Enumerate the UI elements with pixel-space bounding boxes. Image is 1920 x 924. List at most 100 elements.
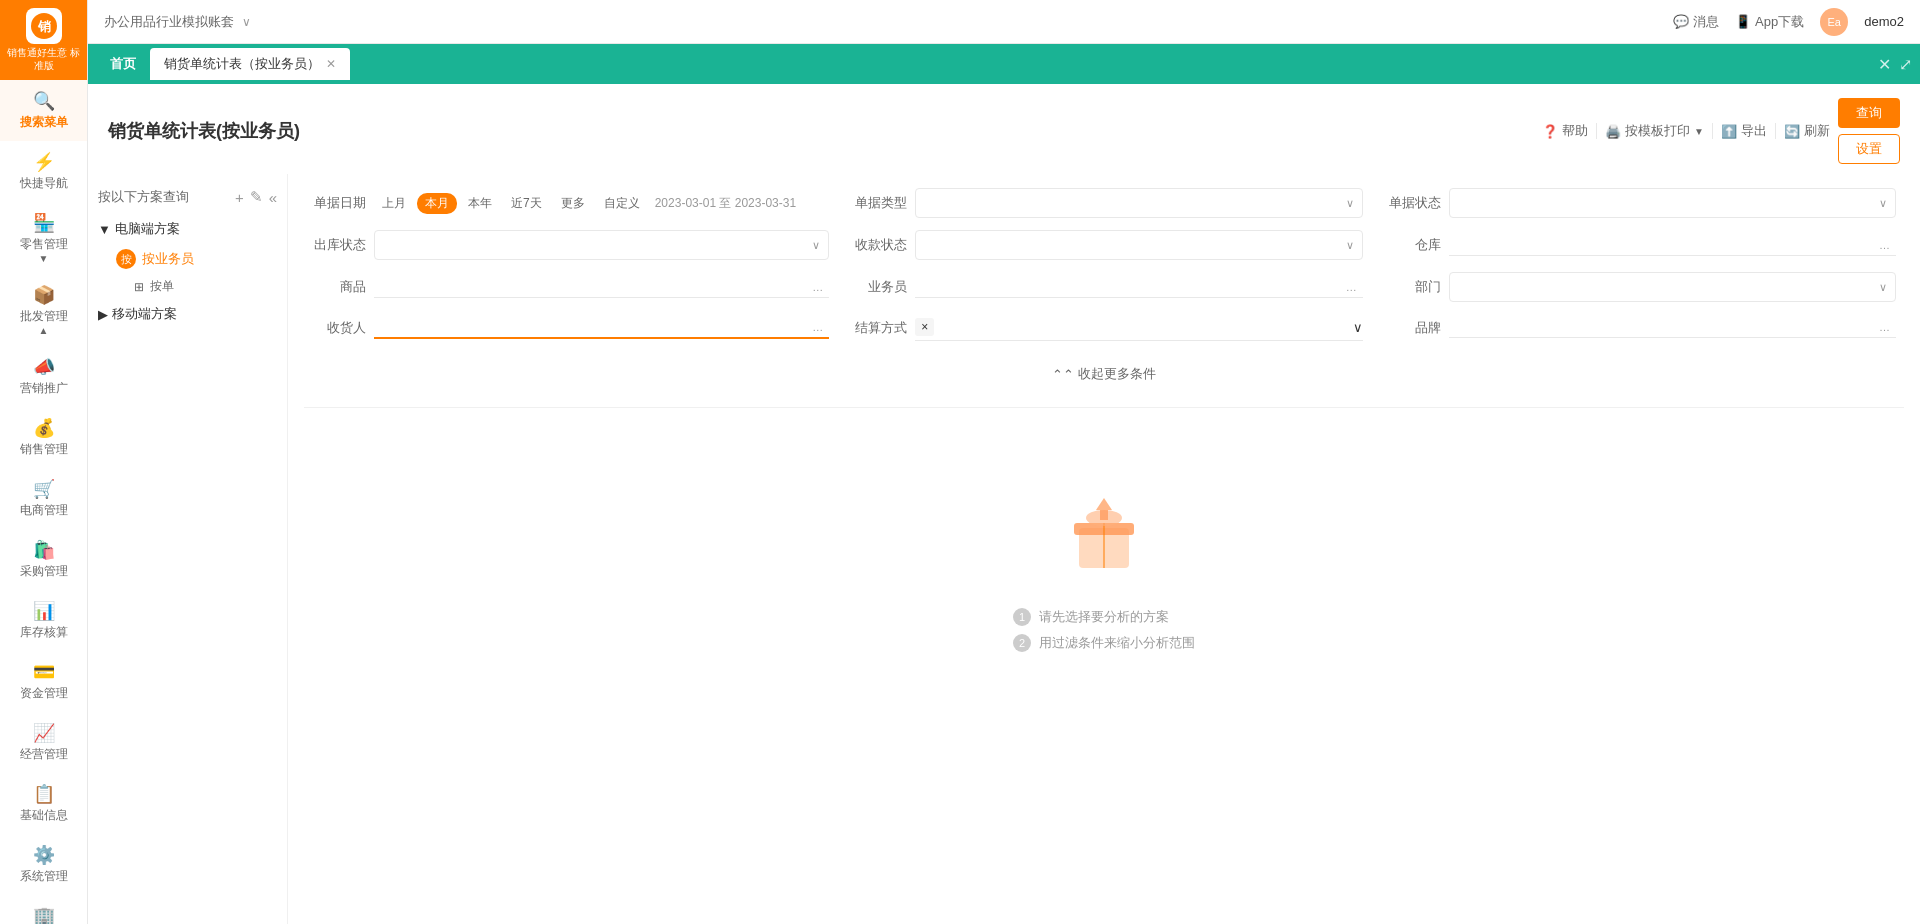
sales-icon: 💰 [33,417,55,439]
collapse-panel-btn[interactable]: « [269,189,277,206]
tree-group-mobile: ▶ 移动端方案 [88,299,287,329]
tree-sub-child-order-label: 按单 [150,278,174,295]
query-btn[interactable]: 查询 [1838,98,1900,128]
operation-icon: 📈 [33,722,55,744]
date-pill-7days[interactable]: 近7天 [503,193,550,214]
salesman-label: 业务员 [845,278,915,296]
sidebar-item-label-finance: 资金管理 [20,685,68,702]
brand-more-btn[interactable]: … [1873,321,1896,333]
order-status-select[interactable]: ∨ [1449,188,1896,218]
brand-label: 品牌 [1379,319,1449,337]
tab-home[interactable]: 首页 [96,48,150,80]
sidebar-item-sales[interactable]: 💰 销售管理 [0,407,87,468]
settings-btn[interactable]: 设置 [1838,134,1900,164]
sidebar-item-finance[interactable]: 💳 资金管理 [0,651,87,712]
warehouse-more-btn[interactable]: … [1873,239,1896,251]
payment-select[interactable]: ∨ [915,230,1362,260]
marketing-icon: 📣 [33,356,55,378]
sidebar-item-operation[interactable]: 📈 经营管理 [0,712,87,773]
help-btn[interactable]: ❓ 帮助 [1542,122,1588,140]
sidebar-item-label-quicknav: 快捷导航 [20,175,68,192]
sidebar-item-search[interactable]: 🔍 搜索菜单 [0,80,87,141]
tree-group-desktop-text: 电脑端方案 [115,220,180,238]
search-icon: 🔍 [33,90,55,112]
consignee-more-btn[interactable]: … [806,321,829,333]
topbar-dropdown-arrow[interactable]: ∨ [242,15,251,29]
refresh-btn[interactable]: 🔄 刷新 [1784,122,1830,140]
stock-out-select[interactable]: ∨ [374,230,829,260]
sidebar-item-basic[interactable]: 📋 基础信息 [0,773,87,834]
payment-label: 收款状态 [845,236,915,254]
stock-out-arrow: ∨ [812,239,820,252]
collapse-filters-btn[interactable]: ⌃⌃ 收起更多条件 [1052,357,1156,395]
goods-more-btn[interactable]: … [806,281,829,293]
tree-expand-icon-mobile: ▶ [98,307,108,322]
date-pill-thisyear[interactable]: 本年 [460,193,500,214]
page-actions: ❓ 帮助 🖨️ 按模板打印 ▼ ⬆️ 导出 [1542,98,1900,164]
inventory-icon: 📊 [33,600,55,622]
order-type-select[interactable]: ∨ [915,188,1362,218]
purchase-icon: 🛍️ [33,539,55,561]
sidebar-item-ecommerce[interactable]: 🛒 电商管理 [0,468,87,529]
tree-group-mobile-text: 移动端方案 [112,305,177,323]
tabbar: 首页 销货单统计表（按业务员） ✕ ✕ ⤢ [88,44,1920,84]
tree-sub-children: ⊞ 按单 [108,274,287,299]
tree-sub-child-order[interactable]: ⊞ 按单 [124,274,287,299]
empty-state: 1 请先选择要分析的方案 2 用过滤条件来缩小分析范围 [288,408,1920,740]
logo-area: 销 销售通好生意 标准版 [0,0,87,80]
date-pill-more[interactable]: 更多 [553,193,593,214]
panel-header-actions: + ✎ « [235,188,277,206]
sidebar-item-wholesale[interactable]: 📦 批发管理 ▲ [0,274,87,346]
filter-area: 单据日期 上月 本月 本年 近7天 更多 自定义 2023-03-01 至 20… [288,174,1920,408]
help-label: 帮助 [1562,122,1588,140]
add-scheme-btn[interactable]: + [235,189,244,206]
sidebar-item-system[interactable]: ⚙️ 系统管理 [0,834,87,895]
divider3 [1775,123,1776,139]
print-btn[interactable]: 🖨️ 按模板打印 ▼ [1605,122,1704,140]
system-icon: ⚙️ [33,844,55,866]
close-window-icon[interactable]: ✕ [1878,55,1891,74]
avatar[interactable]: Ea [1820,8,1848,36]
sidebar-item-quicknav[interactable]: ⚡ 快捷导航 [0,141,87,202]
date-pill-lastmonth[interactable]: 上月 [374,193,414,214]
message-btn[interactable]: 💬 消息 [1673,13,1719,31]
date-pill-thismonth[interactable]: 本月 [417,193,457,214]
wholesale-icon: 📦 [33,284,55,306]
export-btn[interactable]: ⬆️ 导出 [1721,122,1767,140]
date-pill-custom[interactable]: 自定义 [596,193,648,214]
sidebar-item-label-basic: 基础信息 [20,807,68,824]
svg-text:销: 销 [36,19,51,34]
maximize-window-icon[interactable]: ⤢ [1899,55,1912,74]
sidebar-item-marketing[interactable]: 📣 营销推广 [0,346,87,407]
topbar: 办公用品行业模拟账套 ∨ 💬 消息 📱 App下载 Ea demo2 [88,0,1920,44]
tab-close-icon[interactable]: ✕ [326,57,336,71]
tree-child-salesman-label: 按业务员 [142,250,194,268]
retail-icon: 🏪 [33,212,55,234]
sidebar-item-label-marketing: 营销推广 [20,380,68,397]
tab-sales-stat-label: 销货单统计表（按业务员） [164,55,320,73]
finance-icon: 💳 [33,661,55,683]
sidebar-item-enterprise[interactable]: 🏢 企业协同 [0,895,87,924]
sidebar-item-inventory[interactable]: 📊 库存核算 [0,590,87,651]
consignee-label: 收货人 [304,319,374,337]
print-label: 按模板打印 [1625,122,1690,140]
tree-expand-icon: ▼ [98,222,111,237]
tree-group-desktop: ▼ 电脑端方案 按 按业务员 ⊞ 按单 [88,214,287,299]
stock-out-label: 出库状态 [304,236,374,254]
sidebar-item-purchase[interactable]: 🛍️ 采购管理 [0,529,87,590]
settlement-x[interactable]: × [921,320,928,334]
date-label: 单据日期 [304,194,374,212]
message-icon: 💬 [1673,14,1689,29]
edit-scheme-btn[interactable]: ✎ [250,188,263,206]
download-icon: 📱 [1735,14,1751,29]
tree-group-desktop-label[interactable]: ▼ 电脑端方案 [88,214,287,244]
tree-sub-icon: ⊞ [134,280,144,294]
panel-header: 按以下方案查询 + ✎ « [88,184,287,214]
app-download-btn[interactable]: 📱 App下载 [1735,13,1804,31]
dept-select[interactable]: ∨ [1449,272,1896,302]
tree-group-mobile-label[interactable]: ▶ 移动端方案 [88,299,287,329]
sidebar-item-retail[interactable]: 🏪 零售管理 ▼ [0,202,87,274]
tab-sales-stat[interactable]: 销货单统计表（按业务员） ✕ [150,48,350,80]
salesman-more-btn[interactable]: … [1340,281,1363,293]
tree-child-salesman[interactable]: 按 按业务员 [108,244,287,274]
